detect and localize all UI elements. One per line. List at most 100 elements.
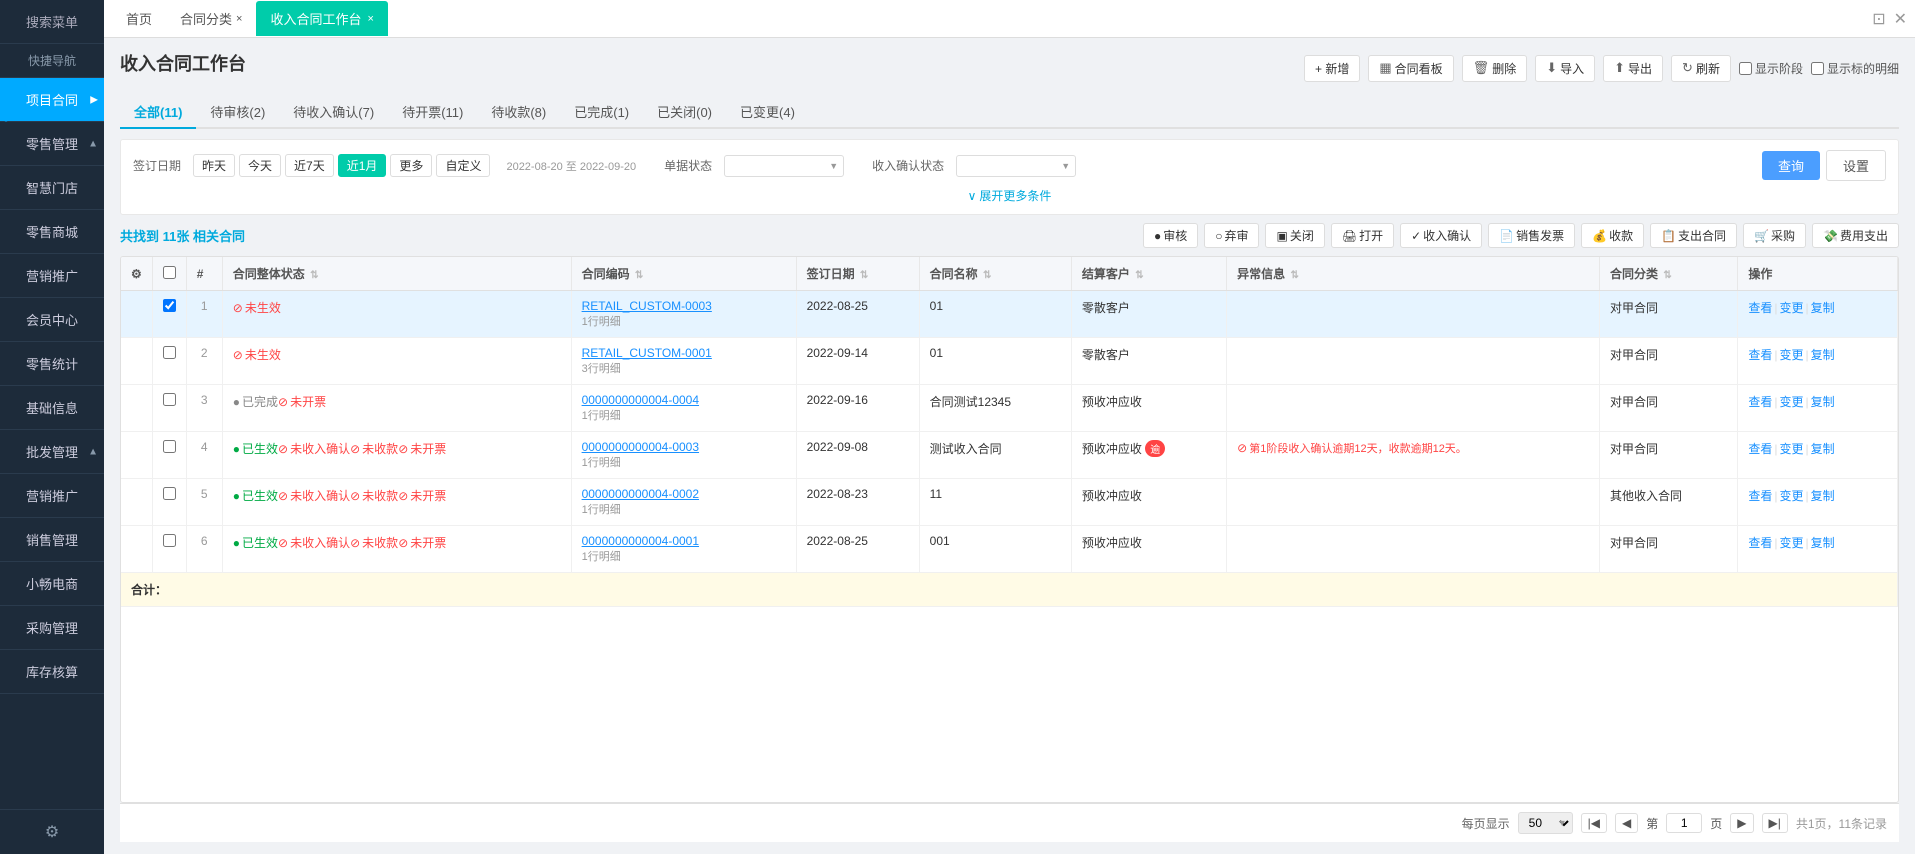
col-checkbox[interactable]	[152, 257, 186, 291]
date-yesterday-btn[interactable]: 昨天	[193, 154, 235, 177]
show-detail-checkbox[interactable]: 显示标的明细	[1811, 60, 1899, 77]
doc-status-select[interactable]	[724, 155, 844, 177]
col-contract-name[interactable]: 合同名称 ⇅	[919, 257, 1071, 291]
show-detail-input[interactable]	[1811, 62, 1824, 75]
op-变更-link[interactable]: 变更	[1780, 301, 1804, 315]
sidebar-item-retail-mgmt[interactable]: 零售管理	[0, 122, 104, 166]
filter-tab-completed[interactable]: 已完成(1)	[560, 96, 643, 129]
sidebar-item-marketing[interactable]: 营销推广	[0, 254, 104, 298]
op-变更-link[interactable]: 变更	[1780, 489, 1804, 503]
op-复制-link[interactable]: 复制	[1811, 442, 1835, 456]
row-checkbox[interactable]	[163, 487, 176, 500]
sidebar-item-marketing2[interactable]: 营销推广	[0, 474, 104, 518]
income-confirm-btn[interactable]: ✓ 收入确认	[1400, 223, 1482, 248]
col-sign-date[interactable]: 签订日期 ⇅	[796, 257, 919, 291]
op-查看-link[interactable]: 查看	[1748, 489, 1772, 503]
row-checkbox[interactable]	[163, 440, 176, 453]
sidebar-settings-btn[interactable]: ⚙	[0, 809, 104, 854]
expense-out-btn[interactable]: 📋 支出合同	[1650, 223, 1737, 248]
sidebar-item-basic-info[interactable]: 基础信息	[0, 386, 104, 430]
page-size-select[interactable]: 10 20 50 100	[1518, 812, 1573, 834]
close-income-contract-tab[interactable]: ×	[367, 13, 373, 25]
contract-panel-btn[interactable]: ▦ 合同看板	[1368, 55, 1453, 82]
op-变更-link[interactable]: 变更	[1780, 536, 1804, 550]
op-变更-link[interactable]: 变更	[1780, 395, 1804, 409]
op-查看-link[interactable]: 查看	[1748, 442, 1772, 456]
op-变更-link[interactable]: 变更	[1780, 442, 1804, 456]
close-contract-category-tab[interactable]: ×	[236, 13, 242, 25]
date-custom-btn[interactable]: 自定义	[436, 154, 490, 177]
col-contract-category[interactable]: 合同分类 ⇅	[1600, 257, 1738, 291]
income-confirm-select[interactable]	[956, 155, 1076, 177]
sidebar-item-xiaoqiang[interactable]: 小畅电商	[0, 562, 104, 606]
op-查看-link[interactable]: 查看	[1748, 395, 1772, 409]
contract-code-link[interactable]: 0000000000004-0001	[582, 534, 699, 548]
date-today-btn[interactable]: 今天	[239, 154, 281, 177]
sidebar-item-member-center[interactable]: 会员中心	[0, 298, 104, 342]
last-page-btn[interactable]: ▶|	[1762, 813, 1788, 833]
op-变更-link[interactable]: 变更	[1780, 348, 1804, 362]
sidebar-item-wholesale-mgmt[interactable]: 批发管理	[0, 430, 104, 474]
contract-code-link[interactable]: RETAIL_CUSTOM-0003	[582, 299, 712, 313]
sidebar-item-retail-mall[interactable]: 零售商城	[0, 210, 104, 254]
filter-tab-pending-payment[interactable]: 待收款(8)	[477, 96, 560, 129]
filter-tab-pending-review[interactable]: 待审核(2)	[196, 96, 279, 129]
op-复制-link[interactable]: 复制	[1811, 301, 1835, 315]
select-all-checkbox[interactable]	[163, 266, 176, 279]
op-查看-link[interactable]: 查看	[1748, 348, 1772, 362]
filter-tab-all[interactable]: 全部(11)	[120, 96, 196, 129]
sidebar-item-project-contract[interactable]: 项目合同 ▶	[0, 78, 104, 122]
col-settings[interactable]: ⚙	[121, 257, 152, 291]
show-stage-input[interactable]	[1739, 62, 1752, 75]
refresh-btn[interactable]: ↻ 刷新	[1671, 55, 1731, 82]
sidebar-item-purchase-mgmt[interactable]: 采购管理	[0, 606, 104, 650]
row-checkbox[interactable]	[163, 346, 176, 359]
delete-btn[interactable]: 🗑 删除	[1462, 55, 1528, 82]
first-page-btn[interactable]: |◀	[1581, 813, 1607, 833]
op-复制-link[interactable]: 复制	[1811, 536, 1835, 550]
col-settlement-customer[interactable]: 结算客户 ⇅	[1071, 257, 1226, 291]
query-btn[interactable]: 查询	[1762, 151, 1820, 180]
page-number-input[interactable]	[1666, 813, 1702, 833]
tab-income-contract[interactable]: 收入合同工作台 ×	[256, 1, 387, 36]
purchase-btn[interactable]: 🛒 采购	[1743, 223, 1806, 248]
add-btn[interactable]: + 新增	[1304, 55, 1360, 82]
date-more-btn[interactable]: 更多	[390, 154, 432, 177]
sidebar-item-sales-mgmt[interactable]: 销售管理	[0, 518, 104, 562]
close-window-btn[interactable]: ✕	[1894, 9, 1907, 29]
payment-btn[interactable]: 💰 收款	[1581, 223, 1644, 248]
tab-contract-category[interactable]: 合同分类 ×	[166, 1, 256, 36]
set-btn[interactable]: 设置	[1826, 150, 1886, 181]
contract-code-link[interactable]: RETAIL_CUSTOM-0001	[582, 346, 712, 360]
col-abnormal-info[interactable]: 异常信息 ⇅	[1227, 257, 1600, 291]
row-checkbox[interactable]	[163, 299, 176, 312]
sidebar-nav-label[interactable]: 快捷导航	[0, 44, 104, 78]
op-查看-link[interactable]: 查看	[1748, 301, 1772, 315]
import-btn[interactable]: ⬇ 导入	[1535, 55, 1595, 82]
restore-window-btn[interactable]: ⊡	[1872, 9, 1885, 29]
filter-tab-pending-confirm[interactable]: 待收入确认(7)	[279, 96, 388, 129]
abandon-btn[interactable]: ○ 弃审	[1204, 223, 1259, 248]
tab-home[interactable]: 首页	[112, 1, 166, 36]
sidebar-item-retail-stats[interactable]: 零售统计	[0, 342, 104, 386]
sidebar-item-smart-store[interactable]: 智慧门店	[0, 166, 104, 210]
date-last1month-btn[interactable]: 近1月	[338, 154, 387, 177]
show-stage-checkbox[interactable]: 显示阶段	[1739, 60, 1803, 77]
prev-page-btn[interactable]: ◀	[1615, 813, 1638, 833]
print-btn[interactable]: 🖨 打开	[1331, 223, 1394, 248]
op-复制-link[interactable]: 复制	[1811, 348, 1835, 362]
contract-code-link[interactable]: 0000000000004-0004	[582, 393, 699, 407]
fee-out-btn[interactable]: 💸 费用支出	[1812, 223, 1899, 248]
col-contract-status[interactable]: 合同整体状态 ⇅	[222, 257, 571, 291]
date-last7-btn[interactable]: 近7天	[285, 154, 334, 177]
op-复制-link[interactable]: 复制	[1811, 489, 1835, 503]
op-查看-link[interactable]: 查看	[1748, 536, 1772, 550]
op-复制-link[interactable]: 复制	[1811, 395, 1835, 409]
row-checkbox[interactable]	[163, 534, 176, 547]
expand-more-btn[interactable]: ∨ 展开更多条件	[968, 187, 1052, 204]
export-btn[interactable]: ⬆ 导出	[1603, 55, 1663, 82]
sales-invoice-btn[interactable]: 📄 销售发票	[1488, 223, 1575, 248]
contract-code-link[interactable]: 0000000000004-0002	[582, 487, 699, 501]
filter-tab-closed[interactable]: 已关闭(0)	[643, 96, 726, 129]
sidebar-search[interactable]: 搜索菜单	[0, 0, 104, 44]
